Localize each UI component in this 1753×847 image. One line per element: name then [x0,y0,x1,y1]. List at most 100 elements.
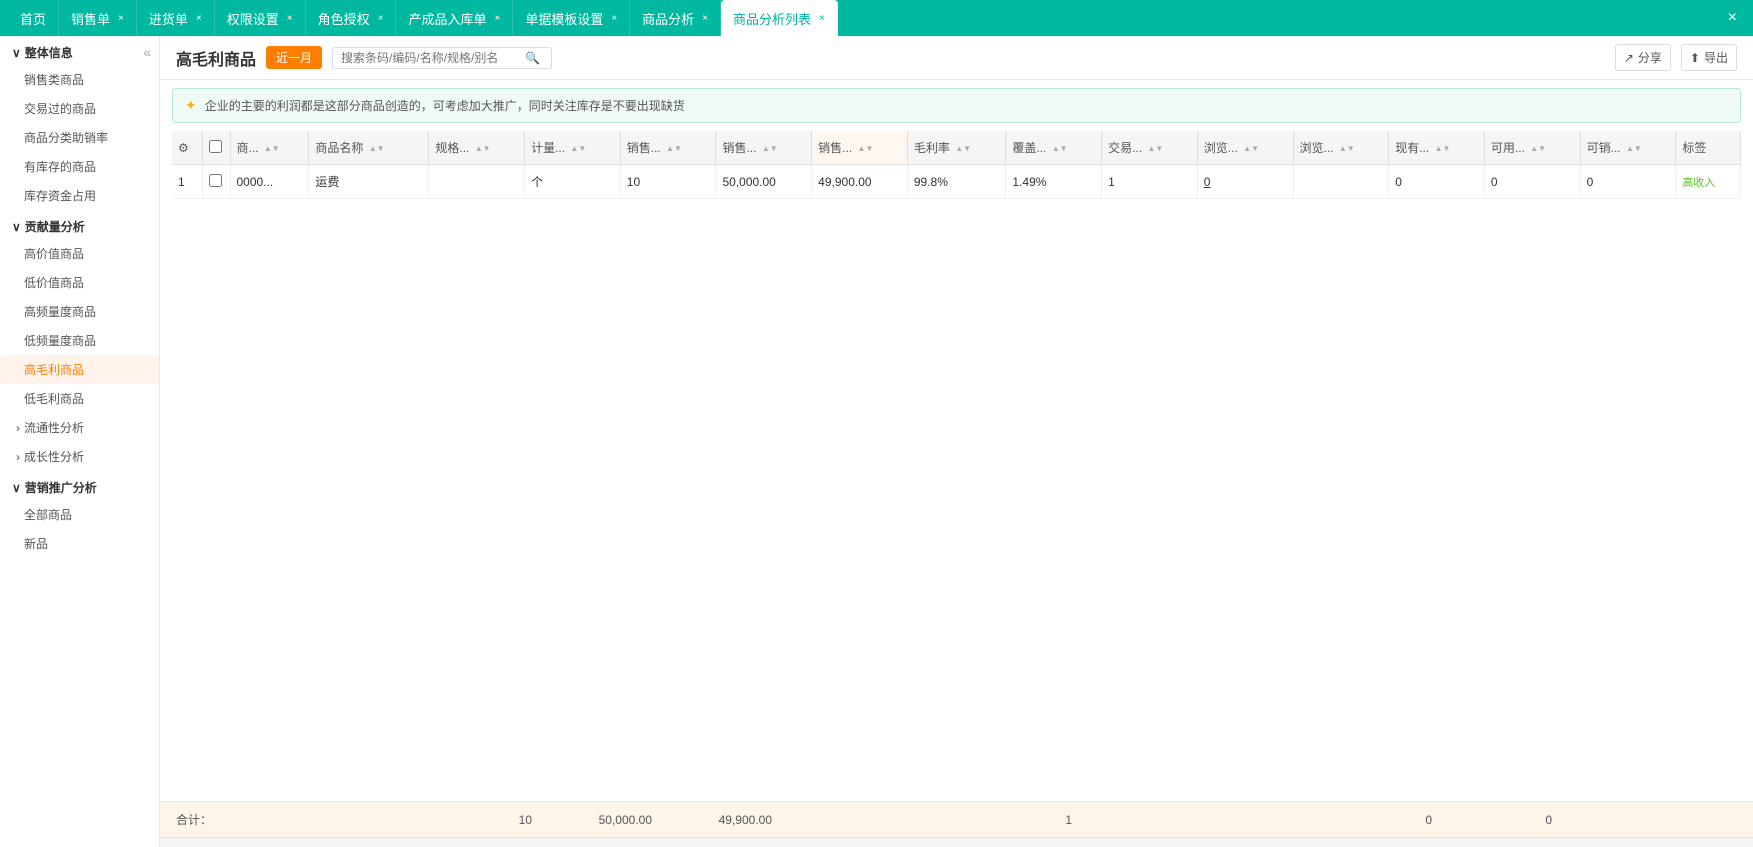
sort-icon[interactable]: ▲▼ [1243,144,1259,153]
footer-trades: 1 [992,813,1072,827]
col-current[interactable]: 现有... ▲▼ [1389,131,1485,165]
footer-current: 0 [1352,813,1432,827]
search-input[interactable] [341,51,521,65]
close-icon[interactable]: × [611,13,617,24]
sidebar-item-category-rate[interactable]: 商品分类助销率 [0,123,159,152]
nav-product-analysis-list[interactable]: 商品分析列表 × [721,0,838,36]
cell-trades: 1 [1102,165,1198,199]
page-title: 高毛利商品 [176,46,256,70]
col-sales2[interactable]: 销售... ▲▼ [716,131,812,165]
col-gross-rate[interactable]: 毛利率 ▲▼ [907,131,1006,165]
sort-icon[interactable]: ▲▼ [666,144,682,153]
sort-icon[interactable]: ▲▼ [955,144,971,153]
cell-sales1: 10 [620,165,716,199]
close-icon[interactable]: × [702,13,708,24]
close-icon[interactable]: × [196,13,202,24]
share-icon: ↗ [1624,51,1634,65]
horizontal-scrollbar[interactable] [160,837,1753,847]
col-unit[interactable]: 计量... ▲▼ [525,131,621,165]
sidebar-item-in-stock[interactable]: 有库存的商品 [0,152,159,181]
footer-available: 0 [1472,813,1552,827]
col-coverage[interactable]: 覆盖... ▲▼ [1006,131,1102,165]
main-layout: « ∨ 整体信息 销售类商品 交易过的商品 商品分类助销率 有库存的商品 库存资… [0,36,1753,847]
select-all-checkbox[interactable] [209,140,222,153]
nav-role[interactable]: 角色授权 × [306,0,397,36]
col-name[interactable]: 商品名称 ▲▼ [309,131,429,165]
sidebar-item-new-goods[interactable]: 新品 [0,529,159,558]
top-nav: 首页 销售单 × 进货单 × 权限设置 × 角色授权 × 产成品入库单 × 单据… [0,0,1753,36]
sidebar-item-high-freq[interactable]: 高频量度商品 [0,297,159,326]
col-sales1[interactable]: 销售... ▲▼ [620,131,716,165]
footer-sales1: 10 [452,813,532,827]
col-settings[interactable]: ⚙ [172,131,202,165]
sidebar-group-overall[interactable]: ∨ 整体信息 [0,36,159,65]
share-button[interactable]: ↗ 分享 [1615,44,1671,71]
sort-icon[interactable]: ▲▼ [1147,144,1163,153]
sort-icon[interactable]: ▲▼ [1626,144,1642,153]
col-browse1[interactable]: 浏览... ▲▼ [1197,131,1293,165]
sort-icon[interactable]: ▲▼ [858,144,874,153]
cell-browse1[interactable]: 0 [1197,165,1293,199]
nav-purchase[interactable]: 进货单 × [137,0,215,36]
sidebar-item-traded-goods[interactable]: 交易过的商品 [0,94,159,123]
sidebar-item-high-value[interactable]: 高价值商品 [0,239,159,268]
sidebar-group-liquidity[interactable]: › 流通性分析 [0,413,159,442]
chevron-right-icon: › [16,421,20,435]
sidebar-collapse-button[interactable]: « [143,44,151,60]
sort-icon[interactable]: ▲▼ [1052,144,1068,153]
close-icon[interactable]: × [819,13,825,24]
sort-icon[interactable]: ▲▼ [264,144,280,153]
sidebar-group-marketing[interactable]: ∨ 营销推广分析 [0,471,159,500]
sort-icon[interactable]: ▲▼ [762,144,778,153]
cell-sales3: 49,900.00 [812,165,908,199]
close-icon[interactable]: × [287,13,293,24]
close-icon[interactable]: × [118,13,124,24]
period-button[interactable]: 近一月 [266,46,322,69]
nav-home[interactable]: 首页 [8,0,59,36]
sort-icon[interactable]: ▲▼ [570,144,586,153]
sidebar-item-high-margin[interactable]: 高毛利商品 [0,355,159,384]
sort-icon[interactable]: ▲▼ [1435,144,1451,153]
col-browse2[interactable]: 浏览... ▲▼ [1293,131,1389,165]
sort-icon[interactable]: ▲▼ [369,144,385,153]
content-header: 高毛利商品 近一月 🔍 ↗ 分享 ⬆ 导出 [160,36,1753,80]
close-icon[interactable]: × [378,13,384,24]
sidebar-item-low-margin[interactable]: 低毛利商品 [0,384,159,413]
sidebar-group-growth[interactable]: › 成长性分析 [0,442,159,471]
sidebar-group-contribution[interactable]: ∨ 贡献量分析 [0,210,159,239]
col-sellable[interactable]: 可销... ▲▼ [1580,131,1676,165]
nav-sales[interactable]: 销售单 × [59,0,137,36]
global-close-button[interactable]: × [1720,9,1745,27]
sidebar-item-all-goods[interactable]: 全部商品 [0,500,159,529]
col-available[interactable]: 可用... ▲▼ [1484,131,1580,165]
cell-checkbox [202,165,230,199]
sort-icon[interactable]: ▲▼ [1530,144,1546,153]
sidebar-item-low-freq[interactable]: 低频量度商品 [0,326,159,355]
footer-sales2: 50,000.00 [572,813,652,827]
col-sales3[interactable]: 销售... ▲▼ [812,131,908,165]
nav-product-analysis[interactable]: 商品分析 × [630,0,721,36]
nav-product-stock[interactable]: 产成品入库单 × [396,0,513,36]
sort-icon[interactable]: ▲▼ [475,144,491,153]
sidebar-item-stock-capital[interactable]: 库存资金占用 [0,181,159,210]
sidebar-item-sales-goods[interactable]: 销售类商品 [0,65,159,94]
cell-name: 运费 [309,165,429,199]
chevron-down-icon: ∨ [12,46,21,60]
col-code[interactable]: 商... ▲▼ [230,131,309,165]
nav-template[interactable]: 单据模板设置 × [513,0,630,36]
close-icon[interactable]: × [494,13,500,24]
row-checkbox[interactable] [209,174,222,187]
nav-permission[interactable]: 权限设置 × [215,0,306,36]
table-footer: 合计： 10 50,000.00 49,900.00 1 0 0 [160,801,1753,837]
data-table: ⚙ 商... ▲▼ 商品名称 ▲▼ [172,131,1741,199]
sort-icon[interactable]: ▲▼ [1339,144,1355,153]
export-button[interactable]: ⬆ 导出 [1681,44,1737,71]
col-trades[interactable]: 交易... ▲▼ [1102,131,1198,165]
settings-icon[interactable]: ⚙ [178,141,189,155]
search-box: 🔍 [332,47,552,69]
cell-index: 1 [172,165,202,199]
cell-browse2 [1293,165,1389,199]
search-icon[interactable]: 🔍 [525,51,540,65]
sidebar-item-low-value[interactable]: 低价值商品 [0,268,159,297]
col-spec[interactable]: 规格... ▲▼ [429,131,525,165]
